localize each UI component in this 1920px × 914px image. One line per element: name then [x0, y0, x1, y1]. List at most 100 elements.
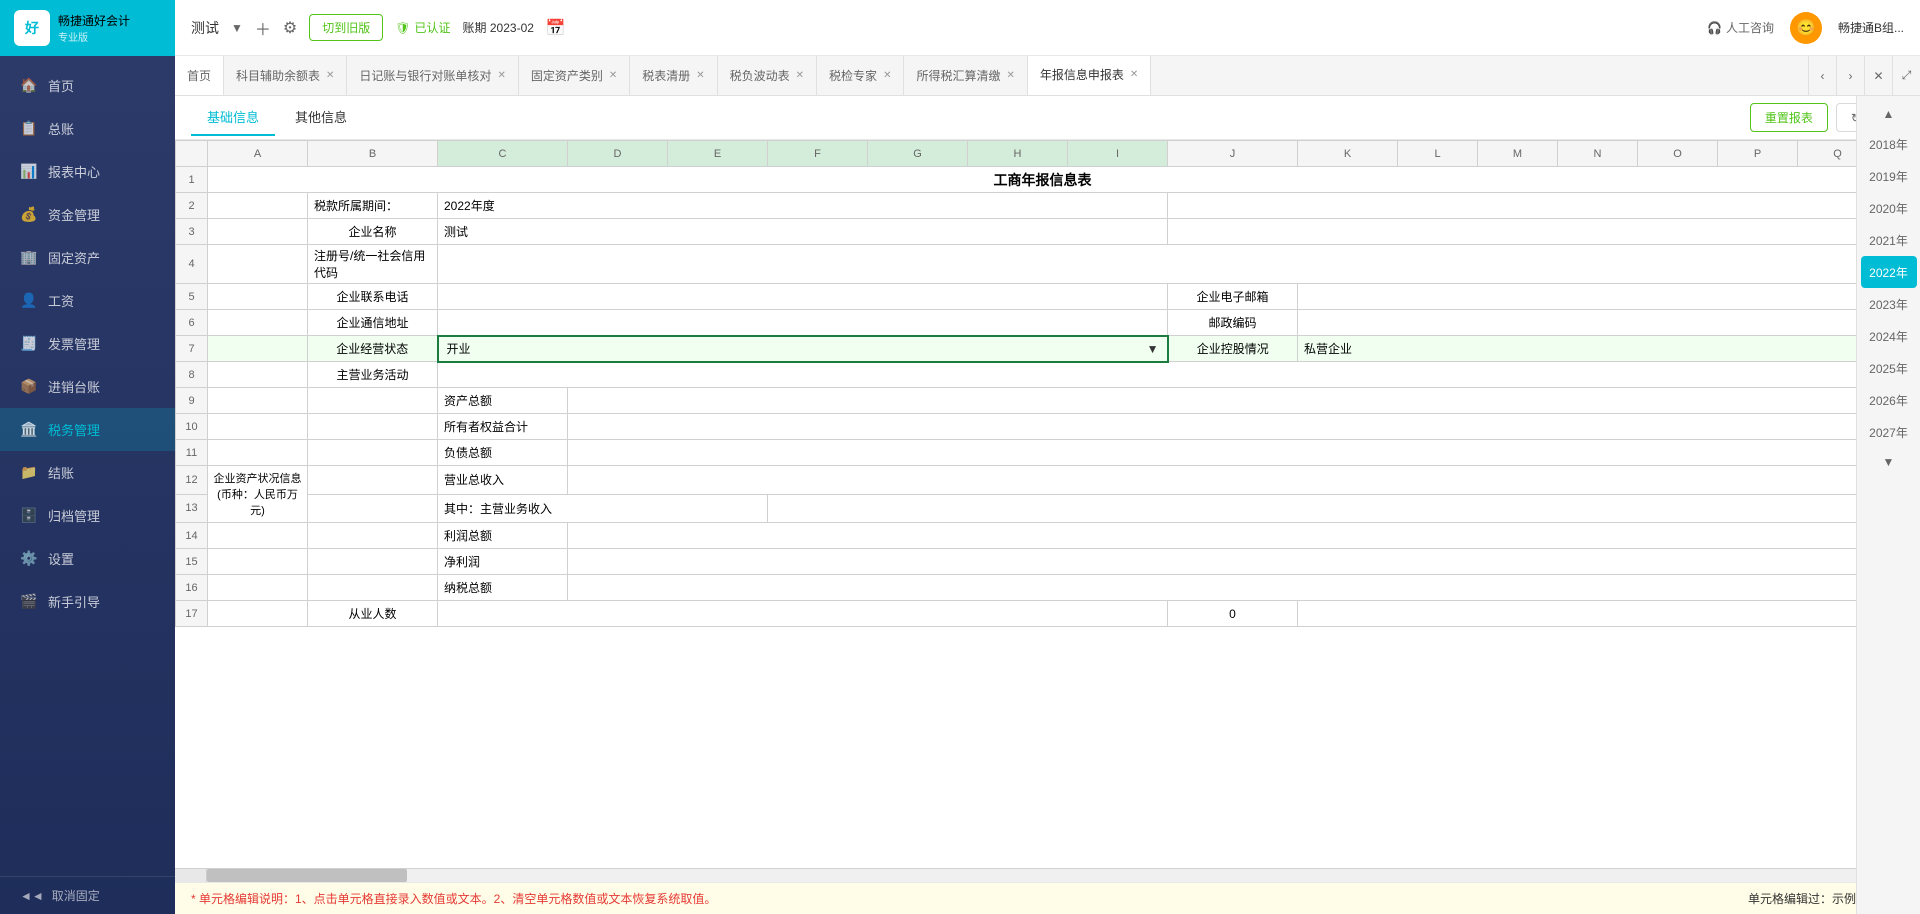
- col-header-H[interactable]: H: [968, 141, 1068, 167]
- col-header-B[interactable]: B: [308, 141, 438, 167]
- col-header-G[interactable]: G: [868, 141, 968, 167]
- table-cell[interactable]: [568, 549, 1878, 575]
- col-header-E[interactable]: E: [668, 141, 768, 167]
- sidebar-item-close[interactable]: 📁 结账: [0, 451, 175, 494]
- sidebar-item-stockledger[interactable]: 📦 进销台账: [0, 365, 175, 408]
- sidebar-item-finance[interactable]: 💰 资金管理: [0, 193, 175, 236]
- col-header-L[interactable]: L: [1398, 141, 1478, 167]
- table-cell[interactable]: 企业名称: [308, 219, 438, 245]
- switch-version-button[interactable]: 切到旧版: [309, 14, 383, 41]
- col-header-P[interactable]: P: [1718, 141, 1798, 167]
- horizontal-scrollbar[interactable]: [175, 868, 1920, 882]
- unpin-button[interactable]: ◄◄ 取消固定: [0, 876, 175, 914]
- table-cell[interactable]: [568, 414, 1878, 440]
- table-cell[interactable]: 资产总额: [438, 388, 568, 414]
- tab-next-button[interactable]: ›: [1836, 56, 1864, 96]
- table-cell[interactable]: 其中：主营业务收入: [438, 494, 768, 523]
- table-cell[interactable]: 税款所属期间：: [308, 193, 438, 219]
- col-header-F[interactable]: F: [768, 141, 868, 167]
- table-cell[interactable]: [308, 440, 438, 466]
- table-cell[interactable]: [568, 466, 1878, 495]
- table-cell[interactable]: [308, 414, 438, 440]
- table-cell-active[interactable]: 开业 ▼: [438, 336, 1168, 362]
- content-tab-basic[interactable]: 基础信息: [191, 99, 275, 136]
- table-cell[interactable]: [438, 362, 1878, 388]
- table-cell[interactable]: [308, 523, 438, 549]
- table-cell[interactable]: 邮政编码: [1168, 310, 1298, 336]
- year-item-2021[interactable]: 2021年: [1857, 224, 1920, 256]
- tab-annual-report[interactable]: 年报信息申报表 ✕: [1028, 56, 1151, 96]
- col-header-I[interactable]: I: [1068, 141, 1168, 167]
- year-item-2022[interactable]: 2022年: [1861, 256, 1917, 288]
- tab-close-icon[interactable]: ✕: [883, 70, 891, 81]
- table-cell[interactable]: [1298, 601, 1878, 627]
- tab-expand-button[interactable]: ⤢: [1892, 56, 1920, 96]
- col-header-M[interactable]: M: [1478, 141, 1558, 167]
- table-cell[interactable]: [438, 310, 1168, 336]
- table-cell[interactable]: [208, 362, 308, 388]
- table-cell[interactable]: 0: [1168, 601, 1298, 627]
- reset-button[interactable]: 重置报表: [1750, 103, 1828, 132]
- table-cell[interactable]: [208, 523, 308, 549]
- service-button[interactable]: 🎧 人工咨询: [1707, 19, 1774, 36]
- tab-home[interactable]: 首页: [175, 56, 224, 96]
- col-header-D[interactable]: D: [568, 141, 668, 167]
- tab-close-icon[interactable]: ✕: [1006, 70, 1014, 81]
- table-cell[interactable]: 私营企业: [1298, 336, 1878, 362]
- table-cell[interactable]: [1298, 284, 1878, 310]
- tab-tax-fluctuation[interactable]: 税负波动表 ✕: [718, 56, 817, 96]
- table-cell[interactable]: 营业总收入: [438, 466, 568, 495]
- table-cell[interactable]: 企业电子邮箱: [1168, 284, 1298, 310]
- tab-close-all-button[interactable]: ✕: [1864, 56, 1892, 96]
- table-cell[interactable]: 所有者权益合计: [438, 414, 568, 440]
- tab-tax-table[interactable]: 税表清册 ✕: [630, 56, 717, 96]
- table-cell[interactable]: [568, 440, 1878, 466]
- table-cell[interactable]: [208, 336, 308, 362]
- table-cell[interactable]: 2022年度: [438, 193, 1168, 219]
- table-cell[interactable]: [208, 219, 308, 245]
- tab-prev-button[interactable]: ‹: [1808, 56, 1836, 96]
- table-cell[interactable]: 注册号/统一社会信用代码: [308, 245, 438, 284]
- sidebar-item-invoice[interactable]: 🧾 发票管理: [0, 322, 175, 365]
- table-cell[interactable]: 净利润: [438, 549, 568, 575]
- table-cell[interactable]: [208, 575, 308, 601]
- table-cell-merged[interactable]: 企业资产状况信息(币种：人民币万元): [208, 466, 308, 523]
- content-tab-other[interactable]: 其他信息: [279, 99, 363, 136]
- table-cell[interactable]: [568, 523, 1878, 549]
- tab-close-icon[interactable]: ✕: [497, 70, 505, 81]
- sidebar-item-assets[interactable]: 🏢 固定资产: [0, 236, 175, 279]
- year-item-2025[interactable]: 2025年: [1857, 352, 1920, 384]
- table-cell[interactable]: [208, 310, 308, 336]
- dropdown-arrow-icon[interactable]: ▼: [1147, 342, 1159, 356]
- title-dropdown[interactable]: ▼: [231, 21, 243, 35]
- tab-close-icon[interactable]: ✕: [696, 70, 704, 81]
- settings-button[interactable]: ⚙: [283, 18, 297, 38]
- year-item-2027[interactable]: 2027年: [1857, 416, 1920, 448]
- table-cell[interactable]: 负债总额: [438, 440, 568, 466]
- table-cell[interactable]: [568, 575, 1878, 601]
- year-item-2026[interactable]: 2026年: [1857, 384, 1920, 416]
- table-cell[interactable]: 从业人数: [308, 601, 438, 627]
- tab-close-icon[interactable]: ✕: [1130, 69, 1138, 80]
- table-cell[interactable]: [208, 284, 308, 310]
- tab-close-icon[interactable]: ✕: [796, 70, 804, 81]
- tab-tax-expert[interactable]: 税检专家 ✕: [817, 56, 904, 96]
- table-cell[interactable]: [208, 388, 308, 414]
- sidebar-item-reports[interactable]: 📊 报表中心: [0, 150, 175, 193]
- table-cell[interactable]: [308, 466, 438, 495]
- year-item-2023[interactable]: 2023年: [1857, 288, 1920, 320]
- year-item-2019[interactable]: 2019年: [1857, 160, 1920, 192]
- table-cell[interactable]: 主营业务活动: [308, 362, 438, 388]
- sidebar-item-tax[interactable]: 🏛️ 税务管理: [0, 408, 175, 451]
- table-cell[interactable]: [208, 601, 308, 627]
- avatar[interactable]: 😊: [1790, 12, 1822, 44]
- tab-income-tax[interactable]: 所得税汇算清缴 ✕: [904, 56, 1027, 96]
- sidebar-item-ledger[interactable]: 📋 总账: [0, 107, 175, 150]
- year-scroll-down[interactable]: ▼: [1857, 448, 1920, 476]
- tab-journal[interactable]: 日记账与银行对账单核对 ✕: [347, 56, 518, 96]
- table-cell[interactable]: [308, 549, 438, 575]
- sidebar-item-settings[interactable]: ⚙️ 设置: [0, 537, 175, 580]
- spreadsheet-wrapper[interactable]: A B C D E F G H I J K L M N O: [175, 140, 1920, 868]
- table-cell[interactable]: [308, 494, 438, 523]
- year-item-2018[interactable]: 2018年: [1857, 128, 1920, 160]
